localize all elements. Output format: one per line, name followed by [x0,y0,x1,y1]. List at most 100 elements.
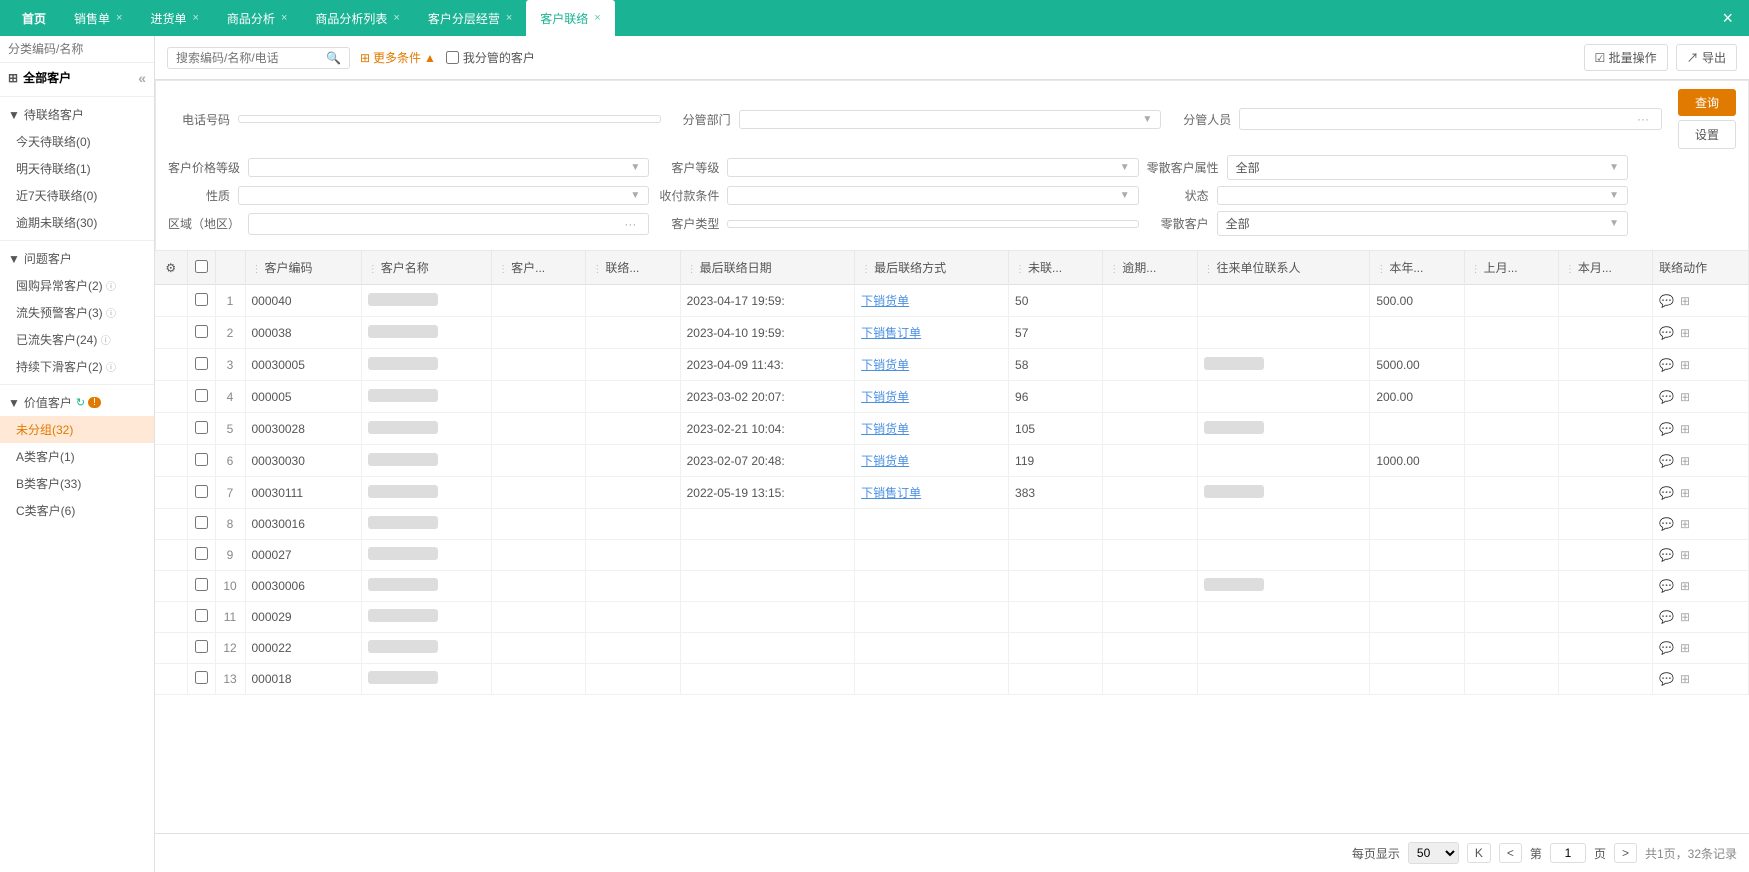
td-last-method[interactable]: 下销货单 [855,413,1009,445]
last-method-link[interactable]: 下销货单 [861,422,909,436]
all-customers-header[interactable]: ⊞ 全部客户 « [0,63,154,92]
chat-icon[interactable]: 💬 [1659,294,1674,308]
refresh-icon[interactable]: ↻ [76,396,85,409]
grid-action-icon[interactable]: ⊞ [1680,358,1690,372]
grid-action-icon[interactable]: ⊞ [1680,294,1690,308]
th-uncontacted-days[interactable]: ⋮未联... [1009,251,1103,285]
grid-action-icon[interactable]: ⊞ [1680,326,1690,340]
row-checkbox[interactable] [195,389,208,402]
last-method-link[interactable]: 下销货单 [861,294,909,308]
tab-customer-segmentation[interactable]: 客户分层经营 × [414,0,526,36]
search-input[interactable] [176,51,326,65]
td-last-method[interactable]: 下销售订单 [855,317,1009,349]
row-checkbox[interactable] [195,485,208,498]
th-customer-name[interactable]: ⋮客户名称 [361,251,491,285]
sidebar-search-input[interactable] [8,42,155,56]
th-this-year[interactable]: ⋮本年... [1370,251,1464,285]
grid-action-icon[interactable]: ⊞ [1680,422,1690,436]
td-checkbox[interactable] [187,317,215,349]
next-page-button[interactable]: > [1614,843,1637,863]
chat-icon[interactable]: 💬 [1659,610,1674,624]
close-purchase-tab[interactable]: × [192,12,198,24]
person-input[interactable]: ··· [1239,108,1662,130]
sidebar-item-class-c[interactable]: C类客户(6) [0,497,154,524]
nature-select[interactable]: ▼ [238,186,649,205]
th-last-contact-date[interactable]: ⋮最后联络日期 [680,251,854,285]
chat-icon[interactable]: 💬 [1659,326,1674,340]
last-method-link[interactable]: 下销货单 [861,390,909,404]
chat-icon[interactable]: 💬 [1659,579,1674,593]
last-method-link[interactable]: 下销货单 [861,454,909,468]
chat-icon[interactable]: 💬 [1659,672,1674,686]
row-checkbox[interactable] [195,357,208,370]
th-settings[interactable]: ⚙ [155,251,187,285]
td-checkbox[interactable] [187,445,215,477]
th-contact[interactable]: ⋮联络... [586,251,680,285]
close-analysis-list-tab[interactable]: × [393,12,399,24]
status-select[interactable]: ▼ [1217,186,1628,205]
td-checkbox[interactable] [187,477,215,509]
grid-action-icon[interactable]: ⊞ [1680,672,1690,686]
query-button[interactable]: 查询 [1678,89,1736,116]
grid-action-icon[interactable]: ⊞ [1680,390,1690,404]
th-customer-code[interactable]: ⋮客户编码 [245,251,361,285]
close-segmentation-tab[interactable]: × [506,12,512,24]
tab-analysis-list[interactable]: 商品分析列表 × [301,0,413,36]
grid-action-icon[interactable]: ⊞ [1680,517,1690,531]
row-checkbox[interactable] [195,609,208,622]
group-problem-customers[interactable]: ▼ 问题客户 [0,245,154,272]
sidebar-item-class-b[interactable]: B类客户(33) [0,470,154,497]
prev-page-button[interactable]: < [1499,843,1522,863]
row-checkbox[interactable] [195,421,208,434]
row-checkbox[interactable] [195,293,208,306]
grid-action-icon[interactable]: ⊞ [1680,486,1690,500]
grid-action-icon[interactable]: ⊞ [1680,579,1690,593]
phone-input[interactable] [238,115,661,123]
region-input[interactable]: ··· [248,213,649,235]
select-all-checkbox[interactable] [195,260,208,273]
sidebar-item-declining[interactable]: 持续下滑客户(2) ⓘ [0,353,154,380]
payment-select[interactable]: ▼ [727,186,1138,205]
last-method-link[interactable]: 下销售订单 [861,486,921,500]
export-button[interactable]: ↗ 导出 [1676,44,1737,71]
row-checkbox[interactable] [195,547,208,560]
tab-customer-contact[interactable]: 客户联络 × [526,0,614,36]
reset-button[interactable]: 设置 [1678,120,1736,149]
sidebar-item-churned[interactable]: 已流失客户(24) ⓘ [0,326,154,353]
person-dots-icon[interactable]: ··· [1633,112,1653,126]
chat-icon[interactable]: 💬 [1659,390,1674,404]
td-checkbox[interactable] [187,509,215,540]
td-checkbox[interactable] [187,633,215,664]
chat-icon[interactable]: 💬 [1659,358,1674,372]
tab-analysis[interactable]: 商品分析 × [213,0,301,36]
grid-action-icon[interactable]: ⊞ [1680,610,1690,624]
td-checkbox[interactable] [187,413,215,445]
sidebar-item-churn-warning[interactable]: 流失预警客户(3) ⓘ [0,299,154,326]
td-last-method[interactable]: 下销货单 [855,381,1009,413]
sidebar-item-tomorrow-pending[interactable]: 明天待联络(1) [0,155,154,182]
close-contact-tab[interactable]: × [594,12,600,24]
chat-icon[interactable]: 💬 [1659,517,1674,531]
chat-icon[interactable]: 💬 [1659,548,1674,562]
last-method-link[interactable]: 下销售订单 [861,326,921,340]
row-checkbox[interactable] [195,325,208,338]
more-conditions-button[interactable]: ⊞ 更多条件 ▲ [360,49,436,66]
chat-icon[interactable]: 💬 [1659,641,1674,655]
th-checkbox[interactable] [187,251,215,285]
tab-purchase[interactable]: 进货单 × [136,0,212,36]
close-analysis-tab[interactable]: × [281,12,287,24]
group-pending-contact[interactable]: ▼ 待联络客户 [0,101,154,128]
sidebar-collapse-icon[interactable]: « [138,70,146,86]
sidebar-item-class-a[interactable]: A类客户(1) [0,443,154,470]
td-checkbox[interactable] [187,285,215,317]
chat-icon[interactable]: 💬 [1659,454,1674,468]
tab-home[interactable]: 首页 [8,0,60,36]
sidebar-search-container[interactable]: 🔍 [0,36,154,63]
td-last-method[interactable]: 下销货单 [855,285,1009,317]
td-last-method[interactable]: 下销货单 [855,445,1009,477]
scatter-customer-select[interactable]: 全部▼ [1217,211,1628,236]
chat-icon[interactable]: 💬 [1659,422,1674,436]
td-last-method[interactable]: 下销货单 [855,349,1009,381]
row-checkbox[interactable] [195,640,208,653]
close-sales-tab[interactable]: × [116,12,122,24]
